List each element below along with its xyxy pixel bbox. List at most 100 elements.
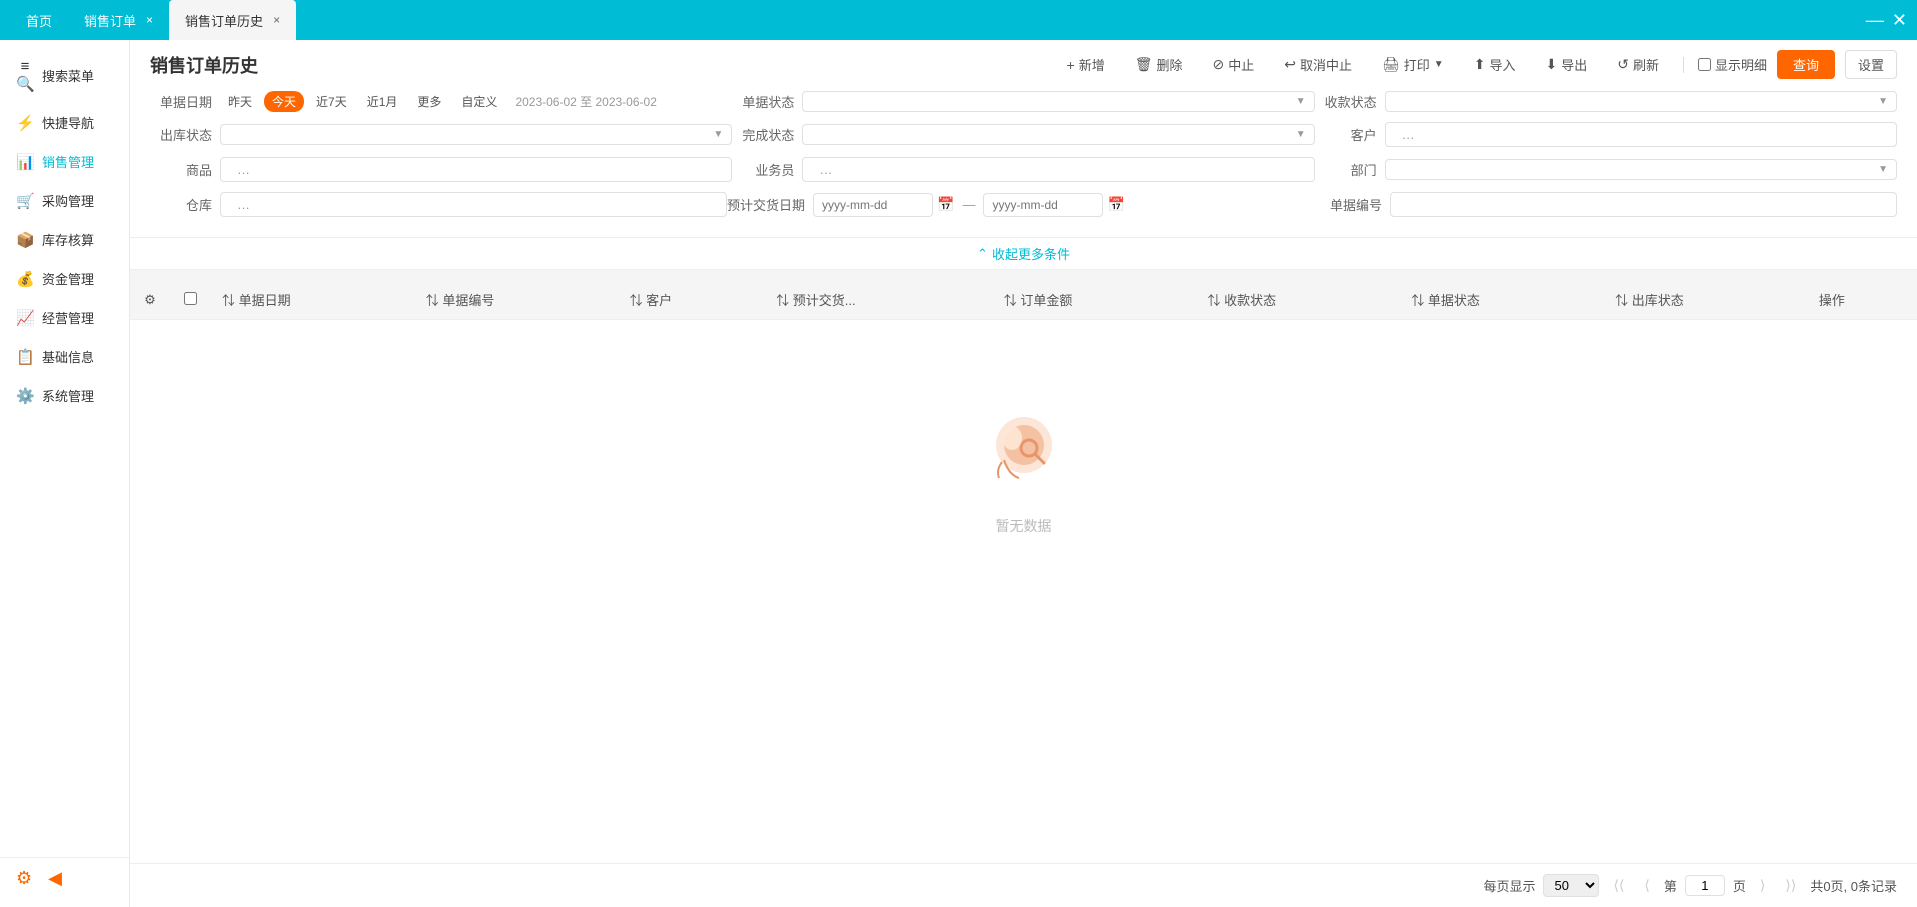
print-icon: 🖨: [1382, 56, 1400, 73]
sidebar-bottom: ⚙ ◀: [0, 857, 129, 899]
warehouse-select[interactable]: …: [220, 192, 727, 217]
page-title-row: 销售订单历史 + 新增 🗑 删除 ⊘ 中止 ↩: [150, 50, 1897, 79]
next-page-btn[interactable]: ⟩: [1754, 875, 1771, 896]
sidebar-item-operation[interactable]: 📈 经营管理: [0, 298, 129, 337]
delivery-date-to[interactable]: [983, 193, 1103, 217]
sidebar-collapse-icon[interactable]: ◀: [48, 868, 62, 889]
tab-sales-order[interactable]: 销售订单 ×: [68, 0, 169, 40]
sidebar-item-finance[interactable]: 💰 资金管理: [0, 259, 129, 298]
print-button[interactable]: 🖨 打印 ▼: [1372, 51, 1454, 78]
sidebar-item-search-menu[interactable]: ≡🔍 搜索菜单: [0, 48, 129, 103]
date-today-btn[interactable]: 今天: [264, 91, 304, 112]
settings-icon[interactable]: ⚙: [144, 292, 156, 307]
sales-icon: 📊: [16, 153, 34, 171]
calendar-to-icon[interactable]: 📅: [1107, 196, 1124, 213]
col-action-label: 操作: [1819, 293, 1845, 308]
col-order-no-label: ⇅ 单据编号: [426, 293, 495, 308]
show-detail-label: 显示明细: [1715, 55, 1767, 74]
date-filter-label: 单据日期: [150, 92, 220, 111]
tab-sales-order-close[interactable]: ×: [146, 13, 153, 27]
minimize-icon[interactable]: —: [1866, 10, 1884, 31]
out-status-select[interactable]: ▼: [220, 124, 732, 145]
sidebar-item-basic-info[interactable]: 📋 基础信息: [0, 337, 129, 376]
sidebar-settings-icon[interactable]: ⚙: [16, 868, 32, 889]
tab-sales-order-history-close[interactable]: ×: [273, 13, 280, 27]
col-settings[interactable]: ⚙: [130, 280, 170, 320]
salesperson-control: …: [802, 157, 1314, 182]
toolbar-divider: [1683, 57, 1684, 73]
order-status-label: 单据状态: [732, 92, 802, 111]
product-control: …: [220, 157, 732, 182]
date-1month-btn[interactable]: 近1月: [359, 91, 406, 112]
pagination-bar: 每页显示 50 10 20 100 ⟨⟨ ⟨ 第 页 ⟩ ⟩⟩ 共0页, 0条记…: [130, 863, 1917, 907]
calendar-from-icon[interactable]: 📅: [937, 196, 954, 213]
delivery-date-from[interactable]: [813, 193, 933, 217]
prev-page-btn[interactable]: ⟨: [1638, 875, 1655, 896]
stop-button[interactable]: ⊘ 中止: [1203, 51, 1265, 78]
salesperson-select[interactable]: …: [802, 157, 1314, 182]
order-status-select[interactable]: ▼: [802, 91, 1314, 112]
order-no-input[interactable]: [1390, 192, 1897, 217]
cancel-stop-button[interactable]: ↩ 取消中止: [1274, 51, 1362, 78]
salesperson-ellipsis[interactable]: …: [815, 162, 836, 177]
empty-state: 暂无数据: [130, 320, 1917, 616]
delete-button[interactable]: 🗑 删除: [1125, 51, 1193, 78]
sidebar-item-purchase[interactable]: 🛒 采购管理: [0, 181, 129, 220]
delivery-date-control: 📅 — 📅: [813, 193, 1320, 217]
sidebar-item-system[interactable]: ⚙️ 系统管理: [0, 376, 129, 415]
sidebar-item-sales-label: 销售管理: [42, 152, 94, 171]
date-yesterday-btn[interactable]: 昨天: [220, 91, 260, 112]
new-button[interactable]: + 新增: [1057, 51, 1115, 78]
tab-sales-order-history[interactable]: 销售订单历史 ×: [169, 0, 296, 40]
purchase-icon: 🛒: [16, 192, 34, 210]
data-table: ⚙ ⇅ 单据日期 ⇅ 单据编号: [130, 280, 1917, 320]
refresh-button[interactable]: ↺ 刷新: [1607, 51, 1669, 78]
sidebar-item-sales[interactable]: 📊 销售管理: [0, 142, 129, 181]
product-ellipsis[interactable]: …: [233, 162, 254, 177]
page-number-input[interactable]: [1685, 875, 1725, 896]
warehouse-ellipsis[interactable]: …: [233, 197, 254, 212]
export-label: 导出: [1561, 55, 1587, 74]
payment-status-control: ▼: [1385, 91, 1897, 112]
tab-home[interactable]: 首页: [10, 0, 68, 40]
setting-button[interactable]: 设置: [1845, 50, 1897, 79]
col-action: 操作: [1807, 280, 1917, 320]
sidebar-item-purchase-label: 采购管理: [42, 191, 94, 210]
sidebar-item-inventory[interactable]: 📦 库存核算: [0, 220, 129, 259]
first-page-btn[interactable]: ⟨⟨: [1607, 875, 1630, 896]
refresh-icon: ↺: [1617, 56, 1629, 73]
order-no-control: [1390, 192, 1897, 217]
close-window-icon[interactable]: ✕: [1892, 10, 1907, 31]
complete-status-select[interactable]: ▼: [802, 124, 1314, 145]
customer-ellipsis[interactable]: …: [1398, 127, 1419, 142]
collapse-row[interactable]: ⌃ 收起更多条件: [130, 238, 1917, 270]
col-delivery-date-label: ⇅ 预计交货...: [776, 293, 855, 308]
order-no-label: 单据编号: [1320, 195, 1390, 214]
show-detail-checkbox[interactable]: [1698, 58, 1711, 71]
customer-select[interactable]: …: [1385, 122, 1897, 147]
operation-icon: 📈: [16, 309, 34, 327]
date-more-btn[interactable]: 更多: [409, 91, 449, 112]
sidebar-item-quick-nav[interactable]: ⚡ 快捷导航: [0, 103, 129, 142]
import-button[interactable]: ⬆ 导入: [1464, 51, 1526, 78]
delivery-date-label: 预计交货日期: [727, 195, 813, 214]
product-select[interactable]: …: [220, 157, 732, 182]
payment-status-arrow: ▼: [1878, 96, 1888, 107]
page-header: 销售订单历史 + 新增 🗑 删除 ⊘ 中止 ↩: [130, 40, 1917, 238]
show-detail-checkbox-label[interactable]: 显示明细: [1698, 55, 1767, 74]
date-custom-btn[interactable]: 自定义: [453, 91, 505, 112]
query-button[interactable]: 查询: [1777, 50, 1835, 79]
page-size-select[interactable]: 50 10 20 100: [1543, 874, 1599, 897]
page-unit-label: 页: [1733, 876, 1746, 895]
department-select[interactable]: ▼: [1385, 159, 1897, 180]
select-all-checkbox[interactable]: [184, 292, 197, 305]
last-page-btn[interactable]: ⟩⟩: [1779, 875, 1802, 896]
salesperson-label: 业务员: [732, 160, 802, 179]
print-arrow-icon: ▼: [1434, 59, 1444, 70]
system-icon: ⚙️: [16, 387, 34, 405]
export-button[interactable]: ⬇ 导出: [1535, 51, 1597, 78]
tab-sales-order-label: 销售订单: [84, 11, 136, 30]
col-check[interactable]: [170, 280, 210, 320]
date-7days-btn[interactable]: 近7天: [308, 91, 355, 112]
payment-status-select[interactable]: ▼: [1385, 91, 1897, 112]
